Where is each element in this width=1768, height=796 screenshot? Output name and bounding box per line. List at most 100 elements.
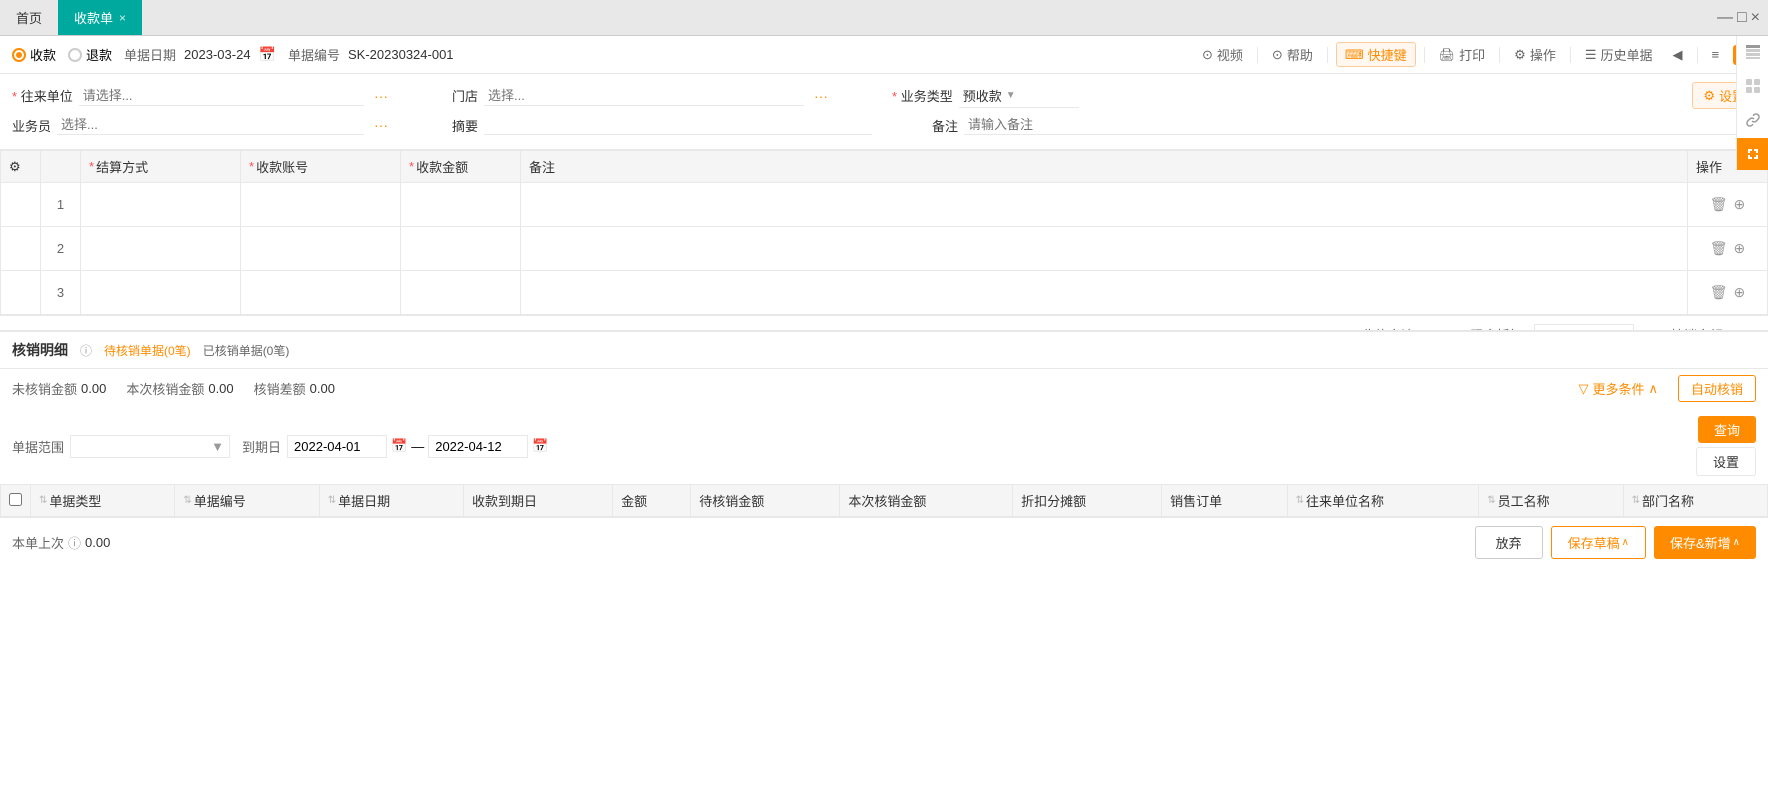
unverified-label: 未核销金额 [12,379,77,398]
shortcut-icon: ⌨ [1345,47,1364,63]
clerk-more-icon[interactable]: ··· [370,117,392,133]
store-more-icon[interactable]: ··· [810,88,832,104]
top-toolbar: 收款 退款 单据日期 2023-03-24 📅 单据编号 SK-20230324… [0,36,1768,74]
operation-label: 操作 [1530,45,1556,64]
doc-range-field: 单据范围 ▼ [12,435,230,458]
auto-verify-btn[interactable]: 自动核销 [1678,375,1756,402]
row3-account[interactable] [241,271,401,315]
query-btn[interactable]: 查询 [1698,416,1756,443]
col-setting-header[interactable]: ⚙ [1,151,41,183]
hexiao-stats: 未核销金额 0.00 本次核销金额 0.00 核销差额 0.00 ▽ 更多条件 … [0,369,1768,408]
row2-account[interactable] [241,227,401,271]
more-conditions-btn[interactable]: ▽ 更多条件 ∧ [1578,379,1658,398]
settings-gear-icon: ⚙ [1703,88,1715,104]
row1-delete-icon[interactable]: 🗑 [1710,196,1728,213]
sidebar-icon-2[interactable] [1737,70,1768,102]
video-label: 视频 [1217,45,1243,64]
row2-delete-icon[interactable]: 🗑 [1710,240,1728,257]
doc-no-label: 单据编号 [288,45,340,64]
row1-copy-icon[interactable]: ⊕ [1734,196,1746,213]
hexiao-info-icon[interactable]: ⓘ [80,342,92,359]
calendar-start-icon[interactable]: 📅 [391,438,407,454]
prev-btn[interactable]: ◀ [1667,45,1689,65]
diff-value: 0.00 [310,381,335,396]
row2-settle[interactable] [81,227,241,271]
print-btn[interactable]: 🖨 打印 [1433,43,1492,66]
tab-close-icon[interactable]: × [119,11,126,25]
hexiao-settings-btn[interactable]: 设置 [1696,447,1756,476]
hexiao-section: 核销明细 ⓘ 待核销单据(0笔) 已核销单据(0笔) 未核销金额 0.00 本次… [0,330,1768,517]
window-maximize-btn[interactable]: □ [1737,9,1747,27]
th-counterparty: ⇅ 往来单位名称 [1287,485,1479,517]
bottom-table-header: ⇅ 单据类型 ⇅ 单据编号 ⇅ [1,485,1768,517]
tab-home-label: 首页 [16,8,42,27]
video-btn[interactable]: ⊙ 视频 [1196,43,1249,66]
row1-num: 1 [41,183,81,227]
due-date-start-input[interactable] [287,435,387,458]
pending-tab[interactable]: 待核销单据(0笔) [104,342,191,359]
doc-date-value: 2023-03-24 [184,47,251,62]
list-view-btn[interactable]: ≡ [1706,45,1726,64]
tab-receipt-label: 收款单 [74,8,113,27]
shortcut-btn[interactable]: ⌨ 快捷键 [1336,42,1416,67]
row3-remark[interactable] [521,271,1688,315]
sidebar-icon-3[interactable] [1737,104,1768,136]
window-minimize-btn[interactable]: — [1717,9,1733,27]
history-btn[interactable]: ☰ 历史单据 [1579,43,1659,66]
due-date-end-input[interactable] [428,435,528,458]
doc-range-label: 单据范围 [12,437,64,456]
table-icon [1745,44,1761,60]
checkbox-header[interactable] [1,485,31,517]
store-field: 门店 ··· [452,86,832,106]
radio-refund[interactable]: 退款 [68,45,112,64]
row3-settle[interactable] [81,271,241,315]
info-icon[interactable]: ⓘ [68,533,81,552]
operation-btn[interactable]: ⚙ 操作 [1508,43,1562,66]
row2-remark[interactable] [521,227,1688,271]
clerk-input[interactable] [57,115,364,135]
row1-remark[interactable] [521,183,1688,227]
business-type-select[interactable]: 预收款 ▼ [959,84,1079,108]
sidebar-icon-4[interactable] [1737,138,1768,170]
row3-amount[interactable] [401,271,521,315]
help-btn[interactable]: ⊙ 帮助 [1266,43,1319,66]
th-amount: 金额 [613,485,691,517]
abandon-btn[interactable]: 放弃 [1475,526,1543,559]
summary-input[interactable] [484,115,872,135]
doc-range-select[interactable] [70,435,230,458]
save-new-btn[interactable]: 保存&新增 ∧ [1654,526,1756,559]
video-icon: ⊙ [1202,47,1213,63]
row3-copy-icon[interactable]: ⊕ [1734,284,1746,301]
sort-icon: ⇅ [183,495,191,506]
remark-input[interactable] [964,115,1756,135]
row1-settle[interactable] [81,183,241,227]
print-label: 打印 [1459,45,1485,64]
tab-receipt[interactable]: 收款单 × [58,0,142,35]
clerk-label: 业务员 [12,116,51,135]
row2-amount[interactable] [401,227,521,271]
required-star2: * [892,89,897,104]
sidebar-icon-1[interactable] [1737,36,1768,68]
table-header: ⚙ * 结算方式 * 收款账号 [1,151,1768,183]
store-input[interactable] [484,86,804,106]
row2-copy-icon[interactable]: ⊕ [1734,240,1746,257]
counterparty-input[interactable] [79,86,364,106]
window-close-btn[interactable]: × [1751,9,1760,27]
limit-label: 本单上次 [12,533,64,552]
calendar-end-icon[interactable]: 📅 [532,438,548,454]
save-new-chevron: ∧ [1733,537,1740,548]
row3-delete-icon[interactable]: 🗑 [1710,284,1728,301]
footer: 本单上次 ⓘ 0.00 放弃 保存草稿 ∧ 保存&新增 ∧ [0,517,1768,567]
history-label: 历史单据 [1600,45,1652,64]
calendar-icon[interactable]: 📅 [259,46,276,63]
select-all-checkbox[interactable] [9,493,22,506]
row1-amount[interactable] [401,183,521,227]
save-draft-btn[interactable]: 保存草稿 ∧ [1551,526,1646,559]
th-dept-label: 部门名称 [1642,491,1694,510]
row1-account[interactable] [241,183,401,227]
radio-receipt[interactable]: 收款 [12,45,56,64]
tab-home[interactable]: 首页 [0,0,58,35]
counterparty-more-icon[interactable]: ··· [370,88,392,104]
done-tab[interactable]: 已核销单据(0笔) [203,342,290,359]
doc-range-select-wrap: ▼ [70,435,230,458]
